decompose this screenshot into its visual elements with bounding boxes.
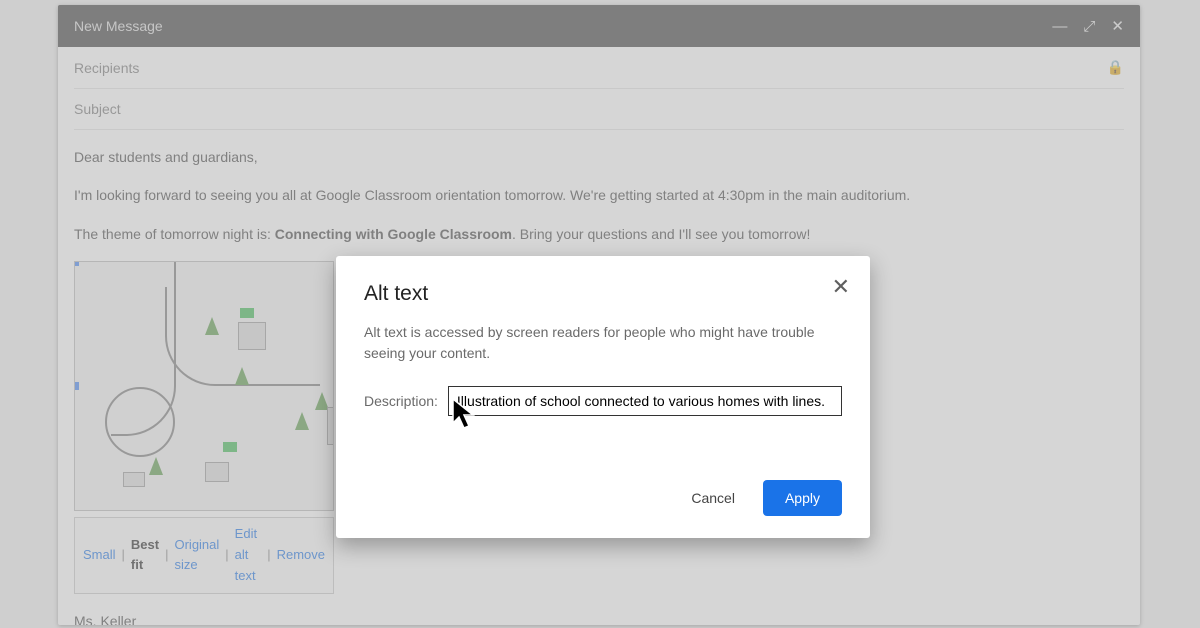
modal-actions: Cancel Apply — [364, 480, 842, 516]
alt-text-modal: ✕ Alt text Alt text is accessed by scree… — [336, 256, 870, 538]
modal-help-text: Alt text is accessed by screen readers f… — [364, 322, 842, 364]
description-label: Description: — [364, 393, 438, 409]
description-input[interactable] — [448, 386, 842, 416]
apply-button[interactable]: Apply — [763, 480, 842, 516]
description-row: Description: — [364, 386, 842, 416]
close-modal-icon[interactable]: ✕ — [832, 276, 850, 298]
cancel-button[interactable]: Cancel — [685, 482, 741, 514]
modal-title: Alt text — [364, 282, 842, 306]
